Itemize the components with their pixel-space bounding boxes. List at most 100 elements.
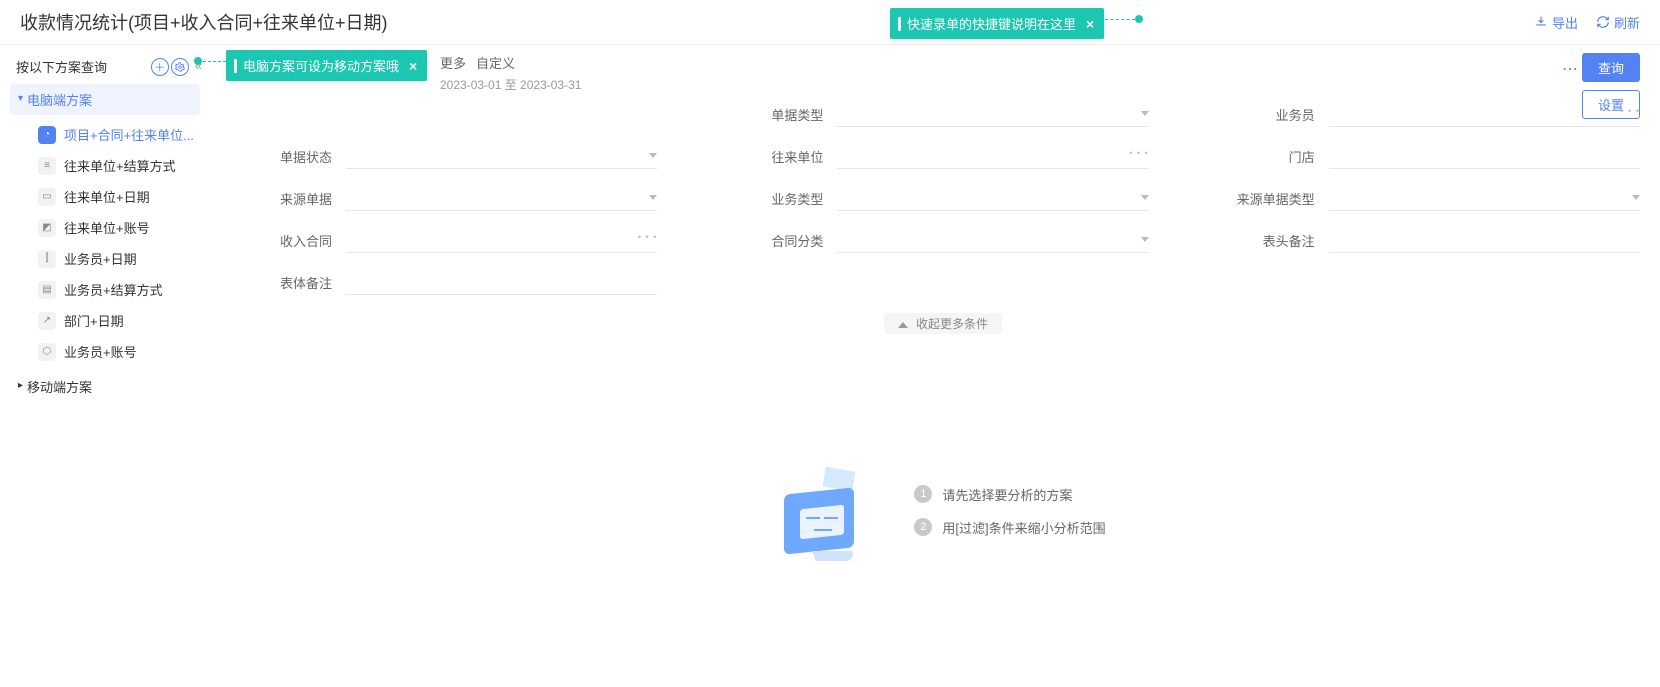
label-biz-type: 业务类型 <box>737 189 837 208</box>
label-body-remark: 表体备注 <box>246 273 346 292</box>
field-contract-cat: 合同分类 <box>737 227 1148 253</box>
scheme-item-1[interactable]: ≡ 往来单位+结算方式 <box>10 150 200 181</box>
chevron-down-icon <box>1141 231 1149 245</box>
tip-shortcut: 快速录单的快捷键说明在这里 × <box>890 8 1104 39</box>
page-header: 收款情况统计(项目+收入合同+往来单位+日期) 快速录单的快捷键说明在这里 × … <box>0 0 1660 44</box>
field-head-remark: 表头备注 <box>1229 227 1640 253</box>
tip-shortcut-text: 快速录单的快捷键说明在这里 <box>907 14 1076 33</box>
tip-accent-bar <box>898 17 901 31</box>
refresh-icon <box>1596 15 1610 29</box>
input-bill-type[interactable] <box>837 101 1148 127</box>
tree-group-desktop[interactable]: ▾ 电脑端方案 <box>10 84 200 115</box>
refresh-button[interactable]: 刷新 <box>1596 13 1640 32</box>
add-scheme-icon[interactable]: ＋ <box>151 58 169 76</box>
scheme-item-5[interactable]: ▤ 业务员+结算方式 <box>10 274 200 305</box>
input-operator[interactable] <box>1329 101 1640 127</box>
collapse-filters-button[interactable]: 收起更多条件 <box>884 313 1002 334</box>
label-income-contract: 收入合同 <box>246 231 346 250</box>
input-source-bill[interactable] <box>346 185 657 211</box>
date-more[interactable]: 更多 <box>440 53 466 72</box>
chevron-down-icon <box>1141 105 1149 119</box>
empty-step-2-text: 用[过滤]条件来缩小分析范围 <box>942 518 1105 537</box>
scheme-icon: ◩ <box>38 219 56 237</box>
export-button[interactable]: 导出 <box>1534 13 1578 32</box>
scheme-item-4[interactable]: ⫿ 业务员+日期 <box>10 243 200 274</box>
lookup-icon <box>638 231 657 245</box>
scheme-item-0-label: 项目+合同+往来单位... <box>64 125 194 144</box>
field-store: 门店 <box>1229 143 1640 169</box>
tip-mobile-scheme: 电脑方案可设为移动方案哦 × <box>226 50 427 81</box>
tip-shortcut-connector <box>1105 19 1135 20</box>
label-bill-status: 单据状态 <box>246 147 346 166</box>
tip-mobile-scheme-dot <box>194 57 202 65</box>
caret-right-icon: ▸ <box>18 380 23 391</box>
input-income-contract[interactable] <box>346 227 657 253</box>
scheme-item-6-label: 部门+日期 <box>64 311 124 330</box>
scheme-item-7-label: 业务员+账号 <box>64 342 137 361</box>
label-store: 门店 <box>1229 147 1329 166</box>
label-bill-type: 单据类型 <box>737 105 837 124</box>
input-store[interactable] <box>1329 143 1640 169</box>
field-income-contract: 收入合同 <box>246 227 657 253</box>
tree-group-mobile[interactable]: ▸ 移动端方案 <box>10 371 200 402</box>
tree-group-mobile-label: 移动端方案 <box>27 377 92 396</box>
main-panel: ⋯ 查询 设置 更多 自定义 2023-03-01 至 2023-03-31 单… <box>210 44 1660 687</box>
field-bill-status: 单据状态 <box>246 143 657 169</box>
label-operator: 业务员 <box>1229 105 1329 124</box>
caret-down-icon: ▾ <box>18 93 23 104</box>
input-biz-type[interactable] <box>837 185 1148 211</box>
empty-illustration <box>764 451 884 571</box>
export-label: 导出 <box>1552 13 1578 32</box>
tip-mobile-scheme-close-icon[interactable]: × <box>409 58 417 74</box>
scheme-item-1-label: 往来单位+结算方式 <box>64 156 176 175</box>
chevron-down-icon <box>649 147 657 161</box>
tip-accent-bar <box>234 59 237 73</box>
empty-state: 1 请先选择要分析的方案 2 用[过滤]条件来缩小分析范围 <box>210 334 1660 687</box>
field-biz-type: 业务类型 <box>737 185 1148 211</box>
lookup-icon <box>1621 105 1640 119</box>
scheme-item-5-label: 业务员+结算方式 <box>64 280 163 299</box>
scheme-item-3-label: 往来单位+账号 <box>64 218 150 237</box>
tip-shortcut-dot <box>1135 15 1143 23</box>
field-source-bill: 来源单据 <box>246 185 657 211</box>
sidebar-title: 按以下方案查询 <box>16 57 107 76</box>
scheme-item-4-label: 业务员+日期 <box>64 249 137 268</box>
input-head-remark[interactable] <box>1329 227 1640 253</box>
chevron-down-icon <box>1632 189 1640 203</box>
empty-step-2: 2 用[过滤]条件来缩小分析范围 <box>914 518 1105 537</box>
tip-mobile-scheme-text: 电脑方案可设为移动方案哦 <box>243 56 399 75</box>
scheme-icon: ▤ <box>38 281 56 299</box>
date-range-group: 更多 自定义 <box>440 53 1640 72</box>
lookup-icon <box>1129 147 1148 161</box>
date-custom[interactable]: 自定义 <box>476 53 515 72</box>
scheme-item-2[interactable]: ▭ 往来单位+日期 <box>10 181 200 212</box>
filter-area: 更多 自定义 2023-03-01 至 2023-03-31 单据类型 业务员 … <box>210 45 1660 334</box>
tip-shortcut-close-icon[interactable]: × <box>1086 16 1094 32</box>
scheme-item-0[interactable]: ◔ 项目+合同+往来单位... <box>10 119 200 150</box>
collapse-filters-label: 收起更多条件 <box>916 315 988 332</box>
field-body-remark: 表体备注 <box>246 269 657 295</box>
input-bill-status[interactable] <box>346 143 657 169</box>
chevron-down-icon <box>1141 189 1149 203</box>
scheme-icon: ⫿ <box>38 250 56 268</box>
field-bill-type: 单据类型 <box>737 101 1148 127</box>
scheme-icon: ▭ <box>38 188 56 206</box>
scheme-item-3[interactable]: ◩ 往来单位+账号 <box>10 212 200 243</box>
refresh-label: 刷新 <box>1614 13 1640 32</box>
input-contract-cat[interactable] <box>837 227 1148 253</box>
scheme-item-6[interactable]: ↗ 部门+日期 <box>10 305 200 336</box>
label-partner: 往来单位 <box>737 147 837 166</box>
empty-step-1: 1 请先选择要分析的方案 <box>914 485 1105 504</box>
input-partner[interactable] <box>837 143 1148 169</box>
scheme-settings-icon[interactable] <box>171 58 189 76</box>
input-body-remark[interactable] <box>346 269 657 295</box>
field-operator: 业务员 <box>1229 101 1640 127</box>
step-number-icon: 2 <box>914 518 932 536</box>
scheme-icon: ↗ <box>38 312 56 330</box>
scheme-item-7[interactable]: ⬡ 业务员+账号 <box>10 336 200 367</box>
input-src-bill-type[interactable] <box>1329 185 1640 211</box>
label-contract-cat: 合同分类 <box>737 231 837 250</box>
label-src-bill-type: 来源单据类型 <box>1229 189 1329 208</box>
field-partner: 往来单位 <box>737 143 1148 169</box>
scheme-icon: ⬡ <box>38 343 56 361</box>
